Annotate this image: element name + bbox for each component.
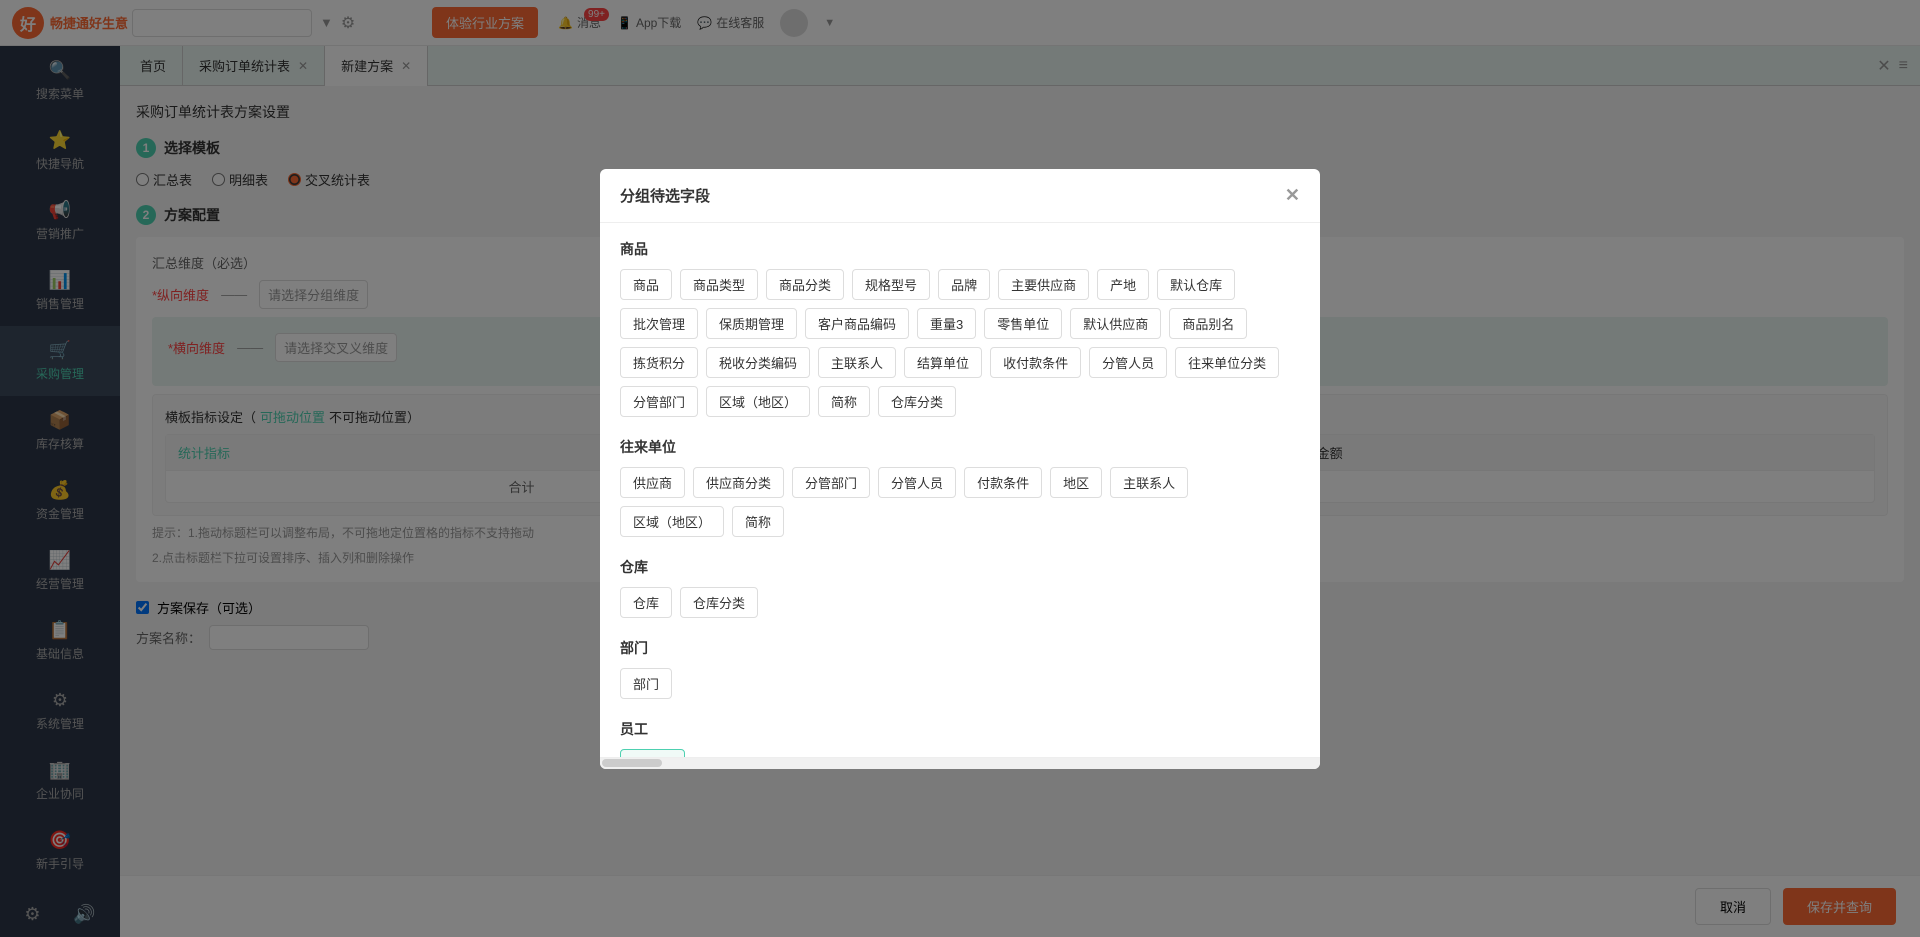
field-tag-origin[interactable]: 产地 [1097,269,1149,300]
field-tag-main-contact[interactable]: 主联系人 [818,347,896,378]
section-title-goods: 商品 [620,239,1300,259]
field-section-counterpart: 往来单位供应商供应商分类分管部门分管人员付款条件地区主联系人区域（地区） 简称 [620,437,1300,537]
section-title-counterpart: 往来单位 [620,437,1300,457]
field-tag-payment-terms[interactable]: 收付款条件 [990,347,1081,378]
field-tag-dept2[interactable]: 分管部门 [792,467,870,498]
field-tag-expiry-mgmt[interactable]: 保质期管理 [706,308,797,339]
field-tag-admin-dept[interactable]: 分管部门 [620,386,698,417]
field-tag-admin-staff[interactable]: 分管人员 [1089,347,1167,378]
field-tag-warehouse-category[interactable]: 仓库分类 [878,386,956,417]
field-grid-counterpart: 供应商供应商分类分管部门分管人员付款条件地区主联系人区域（地区） 简称 [620,467,1300,537]
field-section-dept: 部门部门 [620,638,1300,699]
field-tag-customer-code[interactable]: 客户商品编码 [805,308,909,339]
field-tag-tax-code[interactable]: 税收分类编码 [706,347,810,378]
field-tag-settlement-unit[interactable]: 结算单位 [904,347,982,378]
field-tag-business-staff[interactable]: 业务员 [620,749,685,757]
field-section-staff: 员工业务员 [620,719,1300,757]
field-tag-goods-alias[interactable]: 商品别名 [1169,308,1247,339]
field-tag-department[interactable]: 部门 [620,668,672,699]
field-grid-dept: 部门 [620,668,1300,699]
modal-body: 商品商品商品类型商品分类规格型号品牌主要供应商产地默认仓库批次管理保质期管理客户… [600,223,1320,757]
modal-overlay[interactable]: 分组待选字段 ✕ 商品商品商品类型商品分类规格型号品牌主要供应商产地默认仓库批次… [0,0,1920,937]
section-title-warehouse: 仓库 [620,557,1300,577]
field-tag-payment-terms2[interactable]: 付款条件 [964,467,1042,498]
field-tag-region[interactable]: 区域（地区） [706,386,810,417]
field-tag-retail-unit[interactable]: 零售单位 [984,308,1062,339]
field-tag-supplier-category[interactable]: 供应商分类 [693,467,784,498]
section-title-staff: 员工 [620,719,1300,739]
field-tag-goods[interactable]: 商品 [620,269,672,300]
field-tag-default-supplier[interactable]: 默认供应商 [1070,308,1161,339]
field-tag-supplier[interactable]: 供应商 [620,467,685,498]
field-tag-main-contact2[interactable]: 主联系人 [1110,467,1188,498]
field-tag-pick-points[interactable]: 拣货积分 [620,347,698,378]
field-tag-region2[interactable]: 地区 [1050,467,1102,498]
field-tag-short-name[interactable]: 简称 [818,386,870,417]
field-tag-warehouse-cat[interactable]: 仓库分类 [680,587,758,618]
modal: 分组待选字段 ✕ 商品商品商品类型商品分类规格型号品牌主要供应商产地默认仓库批次… [600,169,1320,769]
field-tag-goods-type[interactable]: 商品类型 [680,269,758,300]
section-title-dept: 部门 [620,638,1300,658]
field-grid-staff: 业务员 [620,749,1300,757]
scroll-thumb [602,759,662,767]
modal-title: 分组待选字段 [620,185,710,206]
field-tag-spec-type[interactable]: 规格型号 [852,269,930,300]
field-grid-warehouse: 仓库仓库分类 [620,587,1300,618]
field-tag-short-name2[interactable]: 简称 [732,506,784,537]
field-tag-goods-category[interactable]: 商品分类 [766,269,844,300]
field-grid-goods: 商品商品类型商品分类规格型号品牌主要供应商产地默认仓库批次管理保质期管理客户商品… [620,269,1300,417]
field-tag-region-area[interactable]: 区域（地区） [620,506,724,537]
modal-close-button[interactable]: ✕ [1285,185,1300,206]
field-section-goods: 商品商品商品类型商品分类规格型号品牌主要供应商产地默认仓库批次管理保质期管理客户… [620,239,1300,417]
field-tag-default-warehouse[interactable]: 默认仓库 [1157,269,1235,300]
modal-header: 分组待选字段 ✕ [600,169,1320,223]
field-tag-warehouse[interactable]: 仓库 [620,587,672,618]
field-section-warehouse: 仓库仓库仓库分类 [620,557,1300,618]
field-tag-main-supplier[interactable]: 主要供应商 [998,269,1089,300]
field-tag-admin-staff2[interactable]: 分管人员 [878,467,956,498]
modal-bottom-scrollbar[interactable] [600,757,1320,769]
field-tag-batch-mgmt[interactable]: 批次管理 [620,308,698,339]
field-tag-from-unit-category[interactable]: 往来单位分类 [1175,347,1279,378]
field-tag-brand[interactable]: 品牌 [938,269,990,300]
field-tag-weight3[interactable]: 重量3 [917,308,976,339]
